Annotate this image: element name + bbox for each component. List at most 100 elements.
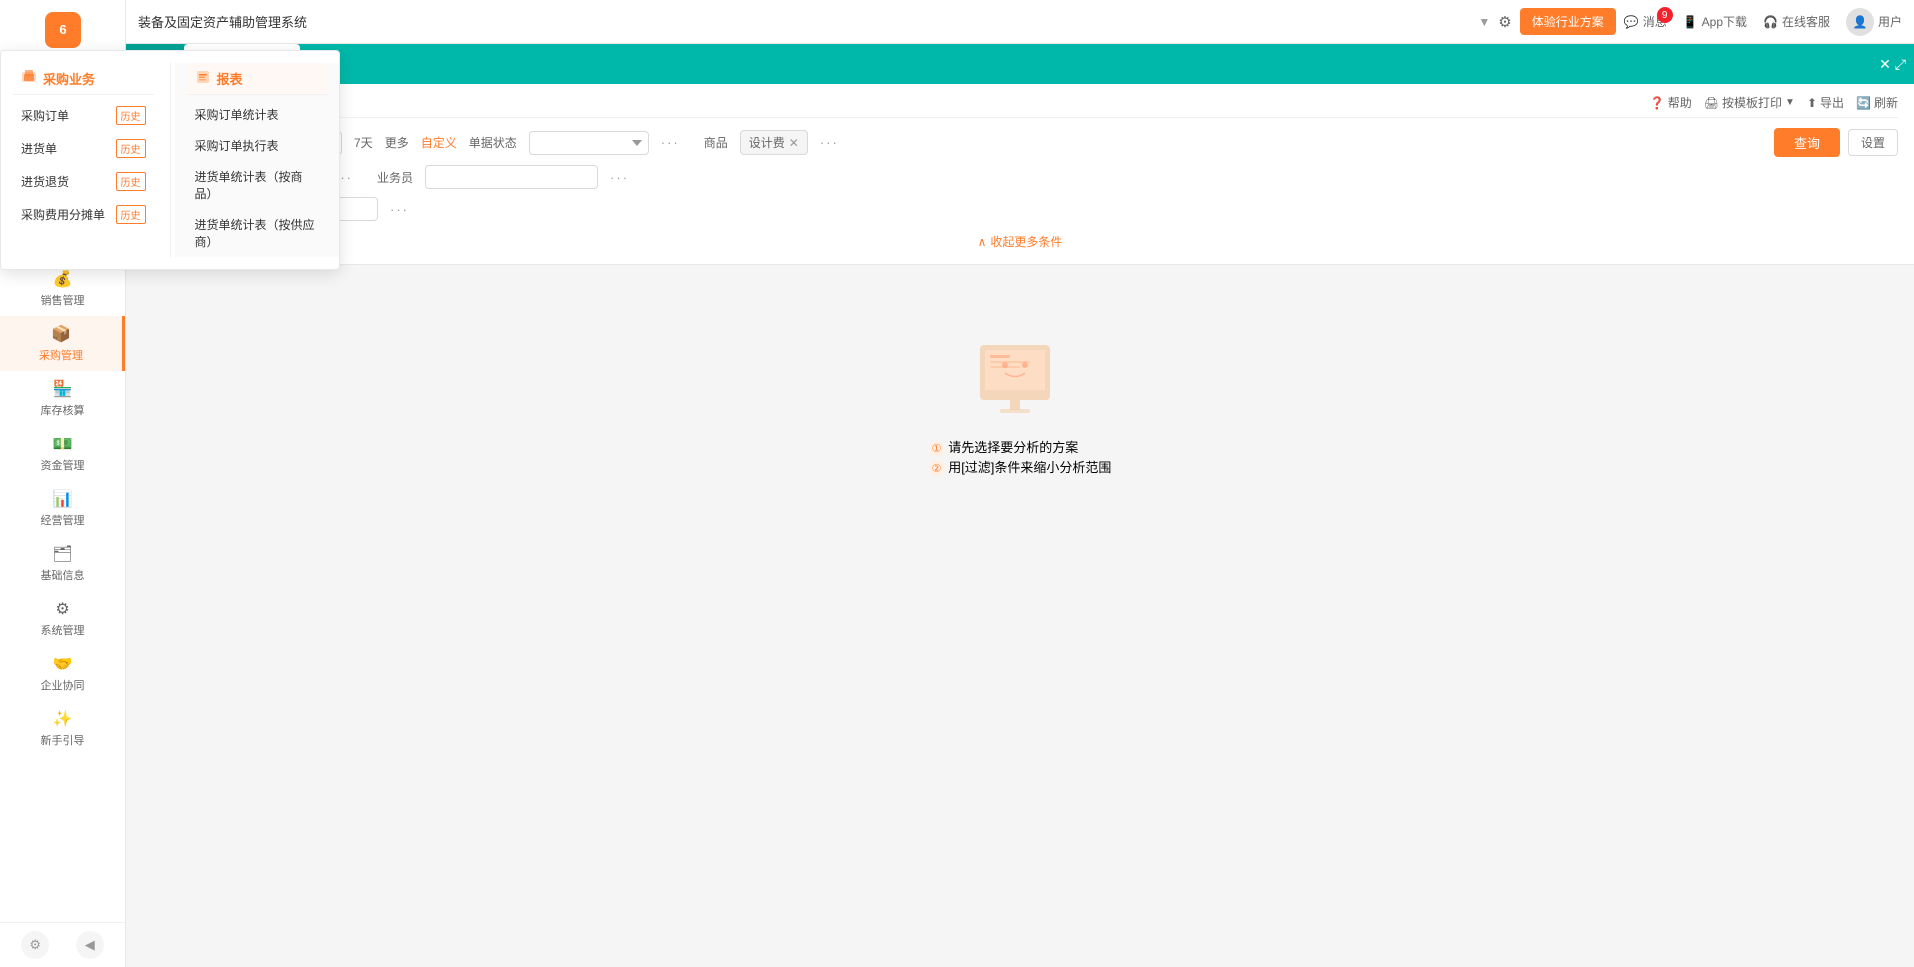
main-area: 装备及固定资产辅助管理系统 ▼ ⚙ 体验行业方案 💬 消息 9 📱 App下载 …: [126, 0, 1914, 967]
sidebar-item-finance[interactable]: 💵 资金管理: [0, 426, 125, 481]
dropdown-item-purchase-order[interactable]: 采购订单 历史: [126, 99, 154, 132]
date-quick-more[interactable]: 更多: [385, 134, 409, 151]
operations-icon: 📊: [53, 489, 73, 509]
tab-bar: 首页 销售排行榜 ✕ ✕ ⤢: [126, 44, 1914, 84]
dropdown-purchase-title: 采购业务: [126, 84, 154, 95]
history-badge-purchase-order[interactable]: 历史: [126, 106, 146, 125]
message-badge: 9: [1657, 7, 1673, 23]
dropdown-item-expense[interactable]: 采购费用分摊单 历史: [126, 198, 154, 231]
headset-icon: 🎧: [1763, 15, 1778, 29]
system-icon: ⚙: [55, 599, 69, 619]
help-btn[interactable]: ❓ 帮助: [1650, 94, 1692, 111]
filter-row-3: 客户 ···: [142, 197, 1898, 221]
purchase-icon: 📦: [51, 324, 71, 344]
export-icon: ⬆: [1807, 96, 1817, 110]
doc-status-dots[interactable]: ···: [661, 135, 680, 150]
top-bar: 装备及固定资产辅助管理系统 ▼ ⚙ 体验行业方案 💬 消息 9 📱 App下载 …: [126, 0, 1914, 44]
svg-text:6: 6: [59, 22, 66, 37]
empty-tips: ① 请先选择要分析的方案 ② 用[过滤]条件来缩小分析范围: [929, 437, 1112, 476]
goods-tag-text: 设计费: [749, 134, 785, 151]
app-download-btn[interactable]: 📱 App下载: [1683, 13, 1747, 30]
sidebar-item-inventory[interactable]: 🏪 库存核算: [0, 371, 125, 426]
dropdown-cols: 采购业务 采购订单 历史 进货单 历史 进货退货 历史: [126, 84, 339, 257]
print-arrow-icon: ▼: [1785, 97, 1795, 108]
dropdown-item-order-exec[interactable]: 采购订单执行表: [187, 130, 328, 161]
sidebar-item-system[interactable]: ⚙ 系统管理: [0, 591, 125, 646]
page-content: ❓ 帮助 🖨 按模板打印 ▼ ⬆ 导出 🔄 刷新: [126, 84, 1914, 967]
sidebar-item-operations[interactable]: 📊 经营管理: [0, 481, 125, 536]
sidebar-bottom: ⚙ ◀: [0, 922, 125, 967]
logo-icon: 6: [45, 12, 81, 48]
report-title-icon: [195, 84, 211, 88]
dropdown-item-return[interactable]: 进货退货 历史: [126, 165, 154, 198]
salesman-dots[interactable]: ···: [610, 170, 629, 185]
history-badge-incoming[interactable]: 历史: [126, 139, 146, 158]
sidebar-item-enterprise[interactable]: 🤝 企业协同: [0, 646, 125, 701]
system-title: 装备及固定资产辅助管理系统: [138, 12, 1470, 31]
message-btn[interactable]: 💬 消息 9: [1624, 13, 1667, 30]
dropdown-item-incoming-stats-supplier[interactable]: 进货单统计表（按供应商）: [187, 209, 328, 257]
purchase-dropdown-menu: 采购业务 采购订单 历史 进货单 历史 进货退货 历史: [126, 84, 340, 270]
dropdown-item-incoming[interactable]: 进货单 历史: [126, 132, 154, 165]
sales-icon: 💰: [53, 269, 73, 289]
settings-btn[interactable]: 设置: [1848, 129, 1898, 156]
print-icon: 🖨: [1704, 96, 1719, 110]
help-icon: ❓: [1650, 96, 1665, 110]
empty-illustration: [960, 325, 1080, 425]
tab-bar-right: ✕ ⤢: [1879, 56, 1914, 73]
dropdown-col-purchase: 采购业务 采购订单 历史 进货单 历史 进货退货 历史: [126, 84, 166, 257]
doc-status-select[interactable]: [529, 131, 649, 155]
goods-tag-remove[interactable]: ✕: [789, 136, 799, 150]
collapse-btn[interactable]: ∧ 收起更多条件: [142, 229, 1898, 254]
phone-icon: 📱: [1683, 15, 1698, 29]
dropdown-item-order-stats[interactable]: 采购订单统计表: [187, 99, 328, 130]
history-badge-return[interactable]: 历史: [126, 172, 146, 191]
col-divider: [170, 84, 171, 257]
empty-state: ① 请先选择要分析的方案 ② 用[过滤]条件来缩小分析范围: [126, 265, 1914, 536]
user-avatar: 👤: [1846, 8, 1874, 36]
filter-row-1: 7天 更多 自定义 单据状态 ··· 商品 设计费 ✕ ··· 查询 设置: [142, 128, 1898, 157]
empty-tip-1: ① 请先选择要分析的方案: [929, 437, 1112, 457]
finance-icon: 💵: [53, 434, 73, 454]
date-quick-custom[interactable]: 自定义: [421, 134, 457, 151]
salesman-input[interactable]: [425, 165, 598, 189]
goods-dots[interactable]: ···: [820, 135, 839, 150]
top-right: 💬 消息 9 📱 App下载 🎧 在线客服 👤 用户: [1624, 8, 1902, 36]
dropdown-arrow-icon[interactable]: ▼: [1478, 15, 1490, 29]
goods-tag: 设计费 ✕: [740, 130, 808, 155]
guide-icon: ✨: [53, 709, 73, 729]
sidebar-collapse-btn[interactable]: ◀: [76, 931, 104, 959]
doc-status-label: 单据状态: [469, 134, 517, 151]
tab-close-all-icon[interactable]: ✕: [1879, 56, 1891, 73]
basic-icon: 🗂: [52, 544, 72, 564]
filter-actions: 查询 设置: [1774, 128, 1898, 157]
enterprise-icon: 🤝: [53, 654, 73, 674]
message-icon: 💬: [1624, 15, 1639, 29]
inventory-icon: 🏪: [53, 379, 73, 399]
sidebar-item-purchase[interactable]: 📦 采购管理: [0, 316, 125, 371]
salesman-label: 业务员: [377, 169, 413, 186]
refresh-btn[interactable]: 🔄 刷新: [1856, 94, 1898, 111]
filter-row-2: 排名项目 金额 ··· 业务员 ···: [142, 165, 1898, 189]
refresh-icon: 🔄: [1856, 96, 1871, 110]
sidebar-item-guide[interactable]: ✨ 新手引导: [0, 701, 125, 756]
query-btn[interactable]: 查询: [1774, 128, 1840, 157]
dropdown-report-title: 报表: [187, 84, 328, 95]
history-badge-expense[interactable]: 历史: [126, 205, 146, 224]
template-print-btn[interactable]: 🖨 按模板打印 ▼: [1704, 94, 1795, 111]
user-btn[interactable]: 👤 用户: [1846, 8, 1902, 36]
date-quick-7days[interactable]: 7天: [354, 134, 373, 151]
online-service-btn[interactable]: 🎧 在线客服: [1763, 13, 1830, 30]
dropdown-item-incoming-stats-goods[interactable]: 进货单统计表（按商品）: [187, 161, 328, 209]
empty-tip-2: ② 用[过滤]条件来缩小分析范围: [929, 457, 1112, 477]
goods-label: 商品: [704, 134, 728, 151]
sidebar-settings-btn[interactable]: ⚙: [21, 931, 49, 959]
industry-btn[interactable]: 体验行业方案: [1520, 8, 1616, 35]
customer-dots[interactable]: ···: [390, 202, 409, 217]
filter-bar: ❓ 帮助 🖨 按模板打印 ▼ ⬆ 导出 🔄 刷新: [126, 84, 1914, 265]
tab-maximize-icon[interactable]: ⤢: [1895, 56, 1906, 73]
sidebar-item-basic[interactable]: 🗂 基础信息: [0, 536, 125, 591]
settings-gear-icon[interactable]: ⚙: [1498, 13, 1511, 31]
collapse-arrow-icon: ∧: [978, 235, 987, 249]
export-btn[interactable]: ⬆ 导出: [1807, 94, 1844, 111]
